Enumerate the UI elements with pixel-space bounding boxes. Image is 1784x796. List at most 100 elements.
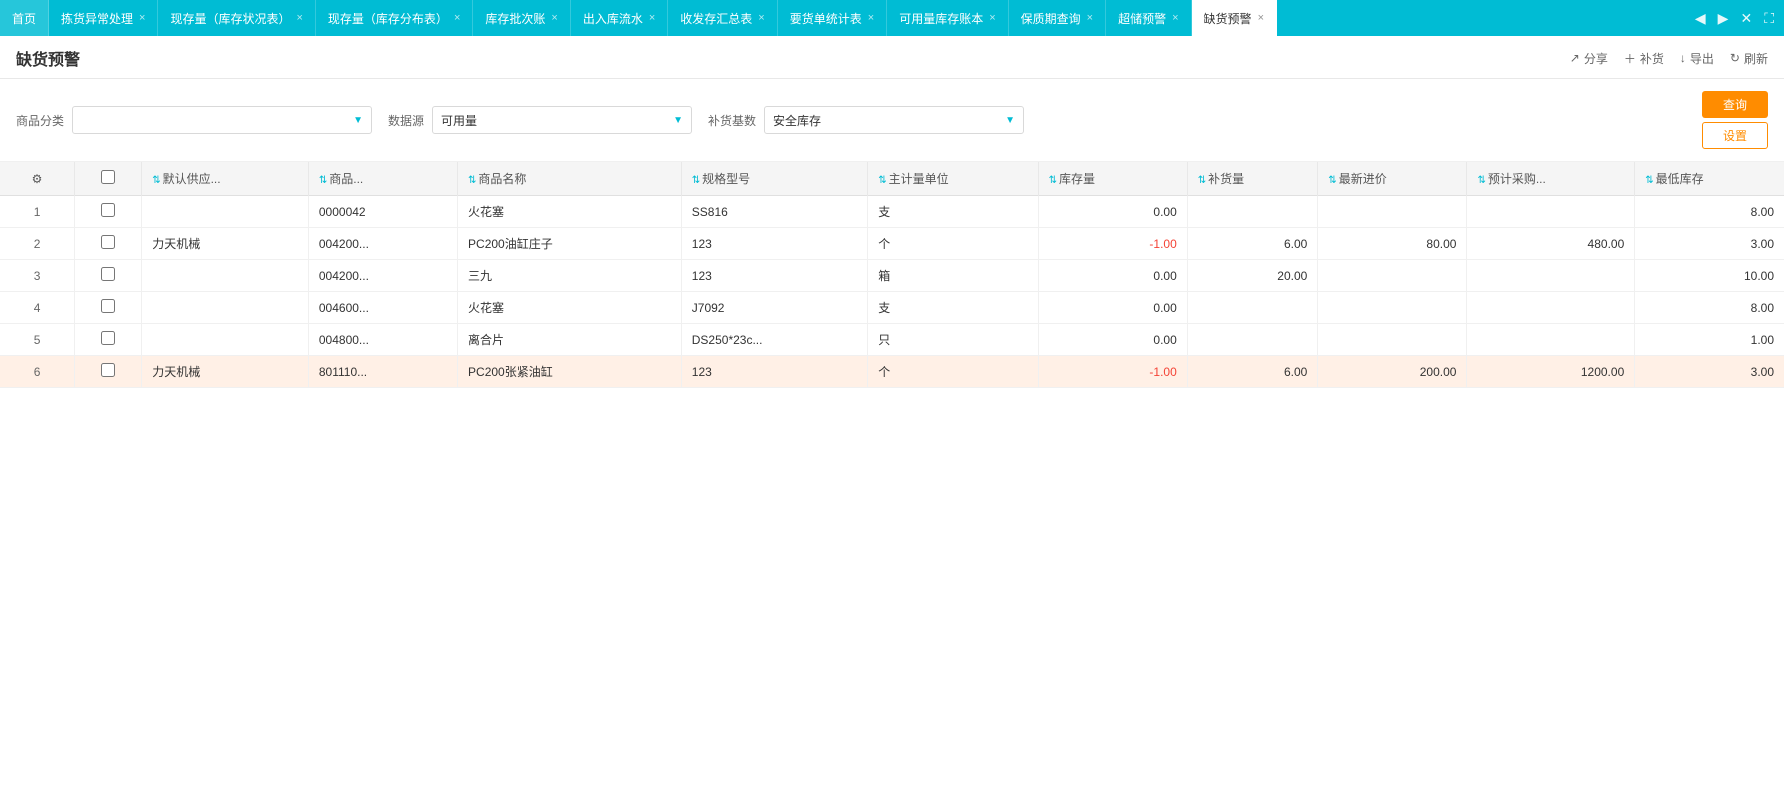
row-replenish [1187,196,1318,228]
row-checkbox-cell [75,196,142,228]
row-est-purchase [1467,196,1635,228]
row-replenish: 6.00 [1187,356,1318,388]
row-spec: SS816 [681,196,867,228]
row-code: 004200... [308,228,457,260]
row-latest-price: 200.00 [1318,356,1467,388]
table-row: 4 004600... 火花塞 J7092 支 0.00 8.00 [0,292,1784,324]
tab-recv-summary[interactable]: 收发存汇总表 × [668,0,777,36]
close-tab-inventory-status[interactable]: × [296,12,302,24]
category-select[interactable]: ▼ [72,106,372,134]
tab-shortage[interactable]: 缺货预警 × [1192,0,1277,36]
row-name: PC200张紧油缸 [458,356,682,388]
tab-overstock[interactable]: 超储预警 × [1106,0,1191,36]
replenish-base-chevron-icon: ▼ [1005,115,1015,126]
row-stock: -1.00 [1038,228,1187,260]
nav-fullscreen-btn[interactable]: ⛶ [1758,6,1780,31]
col-settings[interactable]: ⚙ [0,162,75,196]
col-replenish[interactable]: ⇅补货量 [1187,162,1318,196]
col-spec[interactable]: ⇅规格型号 [681,162,867,196]
datasource-select[interactable]: 可用量 ▼ [432,106,692,134]
tab-inventory-dist[interactable]: 现存量（库存分布表） × [316,0,473,36]
col-min-stock[interactable]: ⇅最低库存 [1635,162,1784,196]
col-name[interactable]: ⇅商品名称 [458,162,682,196]
close-tab-inventory-dist[interactable]: × [454,12,460,24]
row-checkbox[interactable] [101,235,115,249]
close-tab-overstock[interactable]: × [1172,12,1178,24]
tab-expiry[interactable]: 保质期查询 × [1009,0,1106,36]
row-latest-price [1318,292,1467,324]
col-stock[interactable]: ⇅库存量 [1038,162,1187,196]
row-checkbox-cell [75,324,142,356]
settings-button[interactable]: 设置 [1702,122,1768,149]
row-checkbox-cell [75,292,142,324]
row-checkbox[interactable] [101,299,115,313]
close-tab-expiry[interactable]: × [1087,12,1093,24]
datasource-label: 数据源 [388,112,424,129]
tab-home[interactable]: 首页 [0,0,49,36]
close-tab-recv-summary[interactable]: × [758,12,764,24]
tab-exception[interactable]: 拣货异常处理 × [49,0,158,36]
row-est-purchase: 1200.00 [1467,356,1635,388]
row-latest-price: 80.00 [1318,228,1467,260]
close-tab-exception[interactable]: × [139,12,145,24]
select-all-checkbox[interactable] [101,170,115,184]
nav-next-btn[interactable]: ▶ [1712,6,1735,31]
table-row: 1 0000042 火花塞 SS816 支 0.00 8.00 [0,196,1784,228]
row-spec: 123 [681,356,867,388]
row-checkbox[interactable] [101,203,115,217]
replenish-base-value: 安全库存 [773,112,821,129]
row-min-stock: 8.00 [1635,196,1784,228]
row-stock: 0.00 [1038,292,1187,324]
row-num: 3 [0,260,75,292]
row-unit: 箱 [868,260,1038,292]
tab-batch-account[interactable]: 库存批次账 × [473,0,570,36]
replenish-base-select[interactable]: 安全库存 ▼ [764,106,1024,134]
replenish-button[interactable]: ＋ 补货 [1624,50,1664,67]
refresh-icon: ↻ [1730,51,1740,65]
col-est-purchase[interactable]: ⇅预计采购... [1467,162,1635,196]
row-name: 离合片 [458,324,682,356]
row-num: 5 [0,324,75,356]
row-name: PC200油缸庄子 [458,228,682,260]
tab-inout-flow[interactable]: 出入库流水 × [571,0,668,36]
export-button[interactable]: ↓ 导出 [1680,50,1714,67]
row-unit: 支 [868,196,1038,228]
close-tab-shortage[interactable]: × [1258,12,1264,24]
row-checkbox[interactable] [101,267,115,281]
share-button[interactable]: ↗ 分享 [1570,50,1608,67]
row-num: 2 [0,228,75,260]
col-code[interactable]: ⇅商品... [308,162,457,196]
row-supplier [142,196,309,228]
row-checkbox[interactable] [101,331,115,345]
refresh-button[interactable]: ↻ 刷新 [1730,50,1768,67]
nav-close-all-btn[interactable]: ✕ [1734,6,1758,31]
query-button[interactable]: 查询 [1702,91,1768,118]
row-checkbox[interactable] [101,363,115,377]
page-content: 缺货预警 ↗ 分享 ＋ 补货 ↓ 导出 ↻ 刷新 商品分类 [0,36,1784,796]
close-tab-demand-stat[interactable]: × [868,12,874,24]
table-row: 3 004200... 三九 123 箱 0.00 20.00 10.00 [0,260,1784,292]
row-latest-price [1318,324,1467,356]
close-tab-batch-account[interactable]: × [551,12,557,24]
row-supplier: 力天机械 [142,356,309,388]
col-supplier[interactable]: ⇅默认供应... [142,162,309,196]
col-latest-price[interactable]: ⇅最新进价 [1318,162,1467,196]
close-tab-inout-flow[interactable]: × [649,12,655,24]
col-unit[interactable]: ⇅主计量单位 [868,162,1038,196]
row-latest-price [1318,260,1467,292]
row-min-stock: 3.00 [1635,228,1784,260]
row-est-purchase: 480.00 [1467,228,1635,260]
table-row: 2 力天机械 004200... PC200油缸庄子 123 个 -1.00 6… [0,228,1784,260]
tab-inventory-status[interactable]: 现存量（库存状况表） × [158,0,315,36]
row-replenish [1187,324,1318,356]
close-tab-available-ledger[interactable]: × [989,12,995,24]
datasource-value: 可用量 [441,112,477,129]
page-header: 缺货预警 ↗ 分享 ＋ 补货 ↓ 导出 ↻ 刷新 [0,36,1784,79]
table-wrap: ⚙ ⇅默认供应... ⇅商品... ⇅商品名称 ⇅规格型号 ⇅主计量单位 ⇅库存… [0,162,1784,388]
tab-demand-stat[interactable]: 要货单统计表 × [778,0,887,36]
row-name: 火花塞 [458,196,682,228]
table-body: 1 0000042 火花塞 SS816 支 0.00 8.00 2 力天机械 0… [0,196,1784,388]
share-icon: ↗ [1570,51,1580,65]
tab-available-ledger[interactable]: 可用量库存账本 × [887,0,1008,36]
nav-prev-btn[interactable]: ◀ [1689,6,1712,31]
